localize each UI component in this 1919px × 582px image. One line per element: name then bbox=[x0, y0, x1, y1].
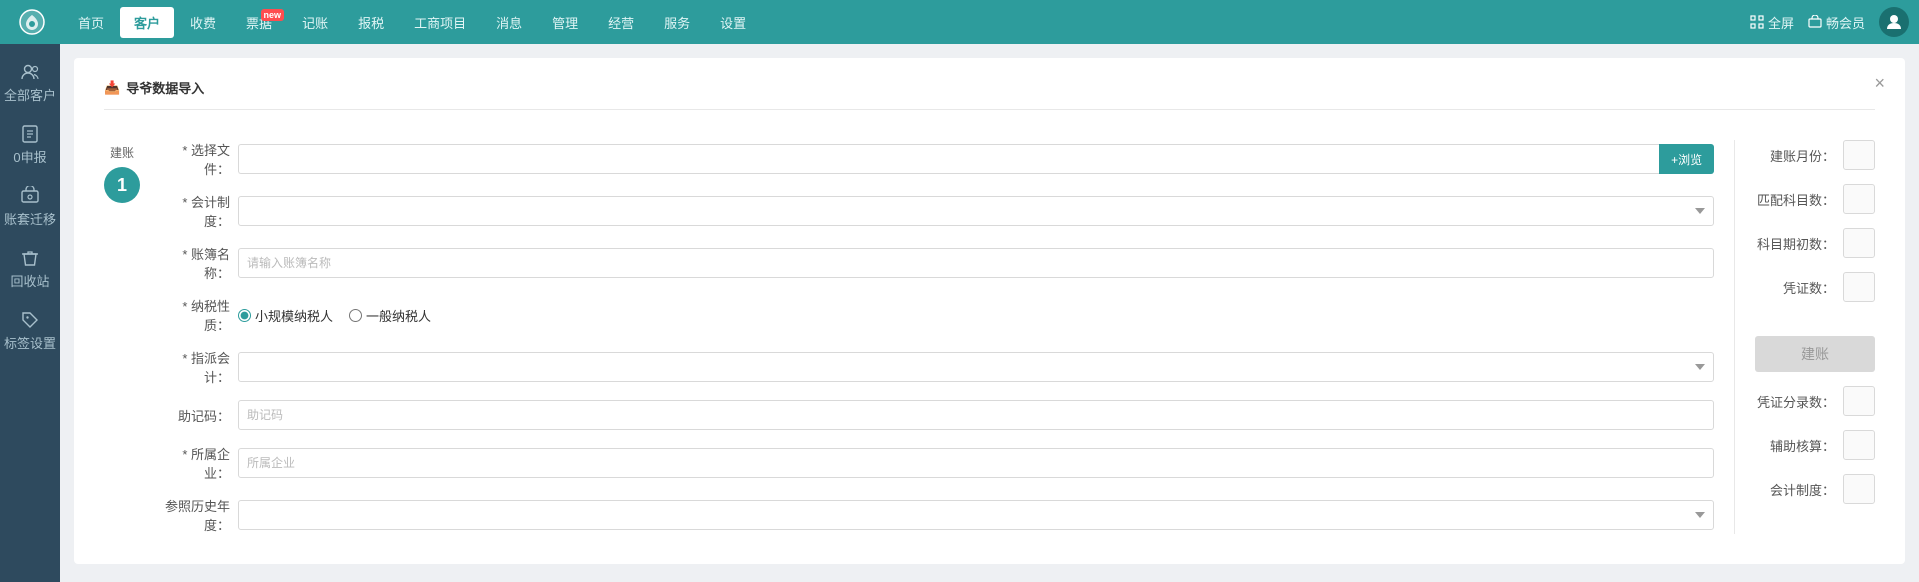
month-value bbox=[1843, 140, 1875, 170]
voucher-value bbox=[1843, 272, 1875, 302]
file-label: * 选择文件： bbox=[158, 140, 230, 178]
file-row: * 选择文件： +浏览 bbox=[158, 140, 1714, 178]
history-year-label: 参照历史年度： bbox=[158, 496, 230, 534]
voucher-entries-label: 凭证分录数： bbox=[1755, 392, 1835, 411]
step-badge: 1 bbox=[104, 167, 140, 203]
nav-item-home[interactable]: 首页 bbox=[64, 7, 118, 38]
company-row: * 所属企业： bbox=[158, 444, 1714, 482]
nav-item-tax[interactable]: 报税 bbox=[344, 7, 398, 38]
memo-row: 助记码： bbox=[158, 400, 1714, 430]
aux-accounting-label: 辅助核算： bbox=[1755, 436, 1835, 455]
accountant-label: * 指派会计： bbox=[158, 348, 230, 386]
sidebar-item-trash-label: 回收站 bbox=[10, 271, 49, 290]
sidebar-item-declaration[interactable]: 0申报 bbox=[0, 116, 60, 174]
accounting-system-label: * 会计制度： bbox=[158, 192, 230, 230]
right-panel: 建账月份： 匹配科目数： 科目期初数： 凭证数： bbox=[1755, 140, 1875, 534]
sidebar-item-tags-label: 标签设置 bbox=[4, 333, 56, 352]
form-layout: 建账 1 * 选择文件： +浏览 bbox=[104, 140, 1875, 534]
nav-item-business[interactable]: 工商项目 bbox=[400, 7, 480, 38]
general-taxpayer-radio[interactable]: 一般纳税人 bbox=[349, 306, 431, 325]
right-accounting-system-row: 会计制度： bbox=[1755, 474, 1875, 504]
company-input[interactable] bbox=[238, 448, 1714, 478]
sidebar-item-tags[interactable]: 标签设置 bbox=[0, 302, 60, 360]
voucher-label: 凭证数： bbox=[1755, 278, 1835, 297]
import-dialog: 📥 导爷数据导入 × 建账 1 * 选择文件： bbox=[74, 58, 1905, 564]
nav-items: 首页 客户 收费 票据 new 记账 报税 工商项目 消息 管理 经营 服务 设… bbox=[64, 7, 1750, 38]
user-avatar[interactable] bbox=[1879, 7, 1909, 37]
sidebar-item-trash[interactable]: 回收站 bbox=[0, 240, 60, 298]
title-icon: 📥 bbox=[104, 80, 120, 96]
file-text-input[interactable] bbox=[238, 144, 1659, 174]
nav-item-client[interactable]: 客户 bbox=[120, 7, 174, 38]
member-button[interactable]: 畅会员 bbox=[1808, 13, 1865, 32]
accounting-system-row: * 会计制度： bbox=[158, 192, 1714, 230]
ledger-name-row: * 账簿名称： bbox=[158, 244, 1714, 282]
browse-button[interactable]: +浏览 bbox=[1659, 144, 1714, 174]
right-accounting-system-value bbox=[1843, 474, 1875, 504]
main-content: 📥 导爷数据导入 × 建账 1 * 选择文件： bbox=[60, 44, 1919, 582]
sidebar-item-all-clients-label: 全部客户 bbox=[4, 85, 56, 104]
step-number-col: 建账 1 bbox=[104, 140, 140, 213]
subject-init-label: 科目期初数： bbox=[1755, 234, 1835, 253]
company-label: * 所属企业： bbox=[158, 444, 230, 482]
memo-label: 助记码： bbox=[158, 406, 230, 425]
sidebar-item-transfer-label: 账套迁移 bbox=[4, 209, 56, 228]
nav-item-invoice[interactable]: 票据 new bbox=[232, 7, 286, 38]
logo[interactable] bbox=[10, 0, 54, 44]
form-step-wrapper: 建账 1 * 选择文件： +浏览 bbox=[104, 140, 1714, 534]
match-subject-value bbox=[1843, 184, 1875, 214]
file-input-wrap: +浏览 bbox=[238, 144, 1714, 174]
aux-accounting-value bbox=[1843, 430, 1875, 460]
nav-item-manage[interactable]: 管理 bbox=[538, 7, 592, 38]
tax-type-row: * 纳税性质： 小规模纳税人 一般纳税人 bbox=[158, 296, 1714, 334]
fullscreen-button[interactable]: 全屏 bbox=[1750, 13, 1794, 32]
sidebar-item-transfer[interactable]: 账套迁移 bbox=[0, 178, 60, 236]
nav-item-fee[interactable]: 收费 bbox=[176, 7, 230, 38]
history-year-select[interactable] bbox=[238, 500, 1714, 530]
aux-accounting-row: 辅助核算： bbox=[1755, 430, 1875, 460]
top-navigation: 首页 客户 收费 票据 new 记账 报税 工商项目 消息 管理 经营 服务 设… bbox=[0, 0, 1919, 44]
accountant-select[interactable] bbox=[238, 352, 1714, 382]
nav-right: 全屏 畅会员 bbox=[1750, 7, 1909, 37]
subject-init-row: 科目期初数： bbox=[1755, 228, 1875, 258]
voucher-row: 凭证数： bbox=[1755, 272, 1875, 302]
sidebar-item-declaration-label: 0申报 bbox=[13, 147, 46, 166]
form-fields: * 选择文件： +浏览 * 会计制度： bbox=[158, 140, 1714, 534]
month-row: 建账月份： bbox=[1755, 140, 1875, 170]
month-label: 建账月份： bbox=[1755, 146, 1835, 165]
subject-init-value bbox=[1843, 228, 1875, 258]
main-layout: 全部客户 0申报 账套迁移 回收站 bbox=[0, 44, 1919, 582]
memo-input[interactable] bbox=[238, 400, 1714, 430]
nav-item-settings[interactable]: 设置 bbox=[706, 7, 760, 38]
vertical-divider bbox=[1734, 140, 1735, 534]
voucher-entries-value bbox=[1843, 386, 1875, 416]
history-year-row: 参照历史年度： bbox=[158, 496, 1714, 534]
dialog-title-text: 导爷数据导入 bbox=[126, 78, 204, 97]
dialog-title: 📥 导爷数据导入 bbox=[104, 78, 1875, 110]
match-subject-row: 匹配科目数： bbox=[1755, 184, 1875, 214]
build-btn-row: 建账 bbox=[1755, 326, 1875, 372]
nav-item-message[interactable]: 消息 bbox=[482, 7, 536, 38]
right-accounting-system-label: 会计制度： bbox=[1755, 480, 1835, 499]
voucher-entries-row: 凭证分录数： bbox=[1755, 386, 1875, 416]
step-label: 建账 bbox=[110, 144, 134, 161]
close-button[interactable]: × bbox=[1874, 74, 1885, 92]
tax-type-radio-group: 小规模纳税人 一般纳税人 bbox=[238, 306, 1714, 325]
new-badge: new bbox=[261, 9, 285, 21]
accounting-system-select[interactable] bbox=[238, 196, 1714, 226]
nav-item-bookkeeping[interactable]: 记账 bbox=[288, 7, 342, 38]
ledger-name-label: * 账簿名称： bbox=[158, 244, 230, 282]
accountant-row: * 指派会计： bbox=[158, 348, 1714, 386]
nav-item-operation[interactable]: 经营 bbox=[594, 7, 648, 38]
sidebar-item-all-clients[interactable]: 全部客户 bbox=[0, 54, 60, 112]
match-subject-label: 匹配科目数： bbox=[1755, 190, 1835, 209]
small-taxpayer-radio[interactable]: 小规模纳税人 bbox=[238, 306, 333, 325]
build-account-button[interactable]: 建账 bbox=[1755, 336, 1875, 372]
nav-item-service[interactable]: 服务 bbox=[650, 7, 704, 38]
sidebar: 全部客户 0申报 账套迁移 回收站 bbox=[0, 44, 60, 582]
tax-type-label: * 纳税性质： bbox=[158, 296, 230, 334]
ledger-name-input[interactable] bbox=[238, 248, 1714, 278]
